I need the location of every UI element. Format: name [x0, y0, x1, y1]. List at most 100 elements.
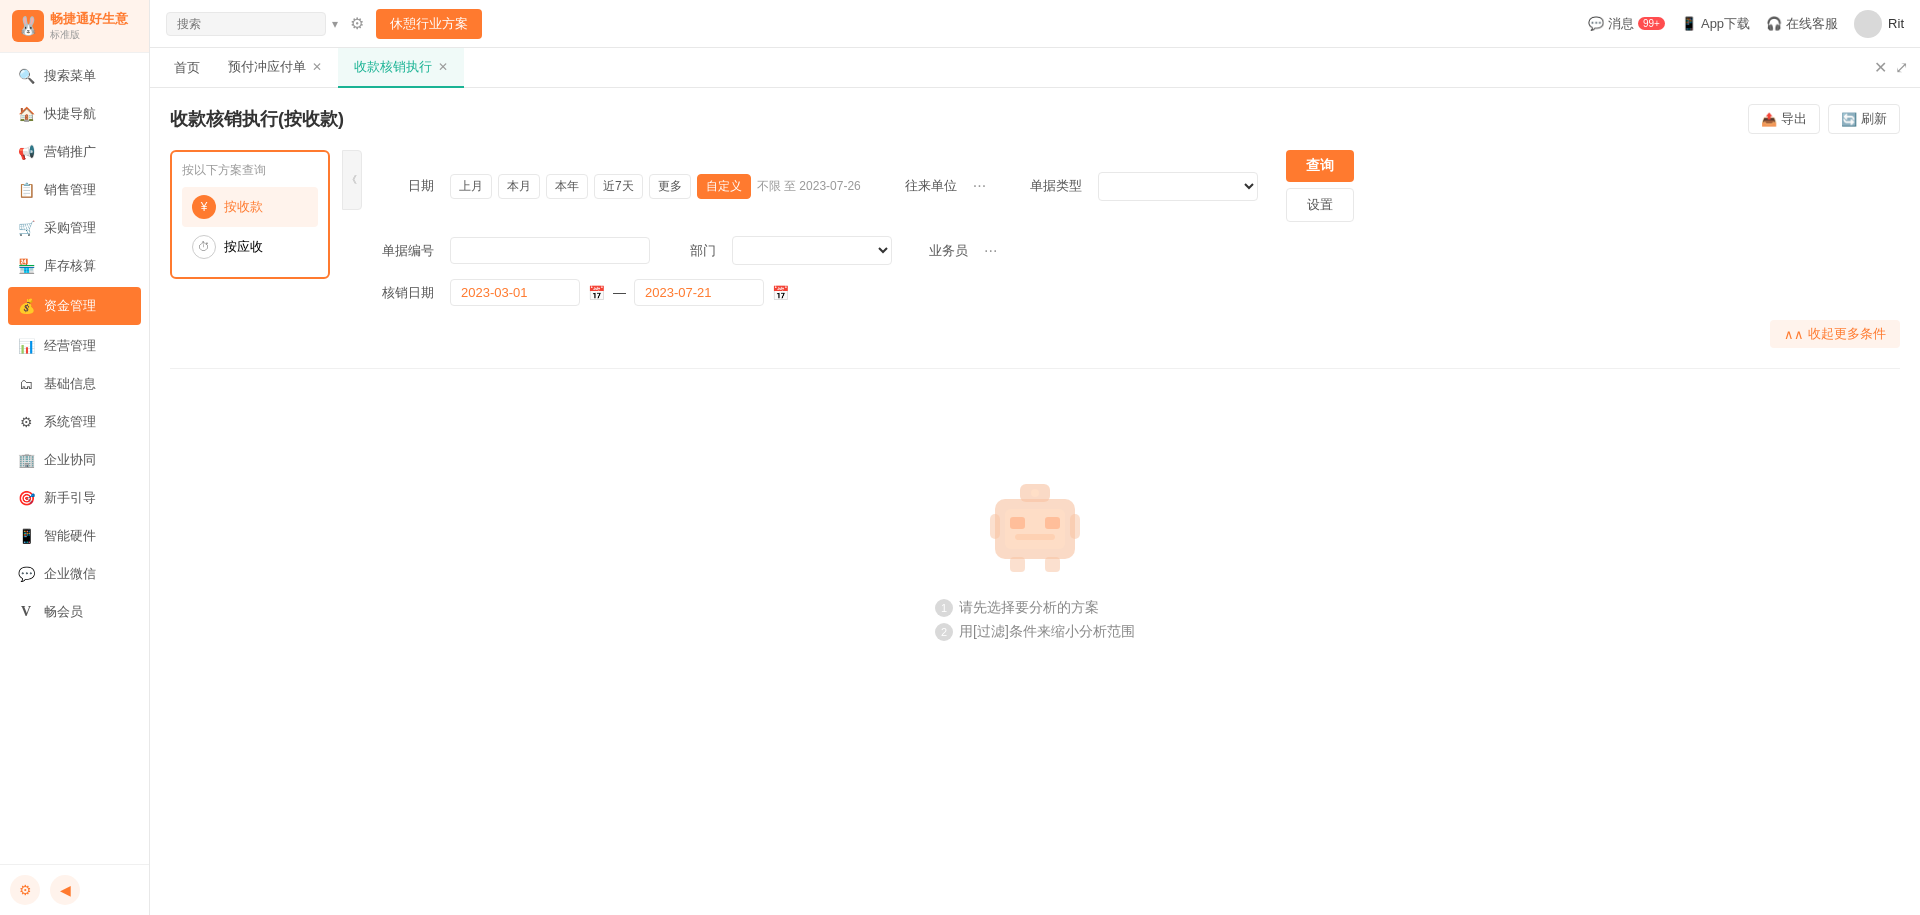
calendar-start-icon[interactable]: 📅	[588, 285, 605, 301]
date-sublabel: 不限 至 2023-07-26	[757, 178, 861, 195]
page-title-actions: 📤 导出 🔄 刷新	[1748, 104, 1900, 134]
sidebar-item-search[interactable]: 🔍 搜索菜单	[0, 57, 149, 95]
sidebar-item-quicknav[interactable]: 🏠 快捷导航	[0, 95, 149, 133]
date-btn-this-month[interactable]: 本月	[498, 174, 540, 199]
inventory-icon: 🏪	[16, 258, 36, 274]
chevron-up-icon: ∧∧	[1784, 327, 1804, 342]
empty-hint-2: 2 用[过滤]条件来缩小分析范围	[935, 623, 1135, 641]
online-service-action[interactable]: 🎧 在线客服	[1766, 15, 1838, 33]
sidebar-label-wechat: 企业微信	[44, 565, 96, 583]
sidebar-item-purchase[interactable]: 🛒 采购管理	[0, 209, 149, 247]
sidebar-item-enterprise[interactable]: 🏢 企业协同	[0, 441, 149, 479]
app-download-action[interactable]: 📱 App下载	[1681, 15, 1750, 33]
logo-sub-text: 标准版	[50, 28, 128, 41]
sidebar-item-hardware[interactable]: 📱 智能硬件	[0, 517, 149, 555]
hint-num-2: 2	[935, 623, 953, 641]
sidebar-label-hardware: 智能硬件	[44, 527, 96, 545]
sidebar-item-marketing[interactable]: 📢 营销推广	[0, 133, 149, 171]
date-btn-more[interactable]: 更多	[649, 174, 691, 199]
query-button[interactable]: 查询	[1286, 150, 1354, 182]
enterprise-icon: 🏢	[16, 452, 36, 468]
dept-select[interactable]	[732, 236, 892, 265]
wechat-icon: 💬	[16, 566, 36, 582]
empty-state-hints: 1 请先选择要分析的方案 2 用[过滤]条件来缩小分析范围	[935, 599, 1135, 647]
tab-writeoff[interactable]: 收款核销执行 ✕	[338, 48, 464, 88]
tab-prepay-close[interactable]: ✕	[312, 60, 322, 74]
sidebar-item-finance[interactable]: 💰 资金管理	[8, 287, 141, 325]
header-search-area: ▾	[166, 12, 338, 36]
sidebar-bottom: ⚙ ◀	[0, 864, 149, 915]
tab-close-all-icon[interactable]: ✕	[1874, 58, 1887, 77]
filter-item-receivable-label: 按应收	[224, 238, 263, 256]
dept-label: 部门	[666, 242, 716, 260]
filter-item-by-receipt[interactable]: ¥ 按收款	[182, 187, 318, 227]
tab-prepay[interactable]: 预付冲应付单 ✕	[212, 48, 338, 88]
filter-sidebar-box: 按以下方案查询 ¥ 按收款 ⏱ 按应收	[170, 150, 330, 279]
refresh-icon: 🔄	[1841, 112, 1857, 127]
tab-bar-right: ✕ ⤢	[1874, 58, 1908, 77]
date-btn-7days[interactable]: 近7天	[594, 174, 643, 199]
sidebar-item-member[interactable]: V 畅会员	[0, 593, 149, 631]
date-btn-custom[interactable]: 自定义	[697, 174, 751, 199]
tab-fullscreen-icon[interactable]: ⤢	[1895, 58, 1908, 77]
collapse-filter-button[interactable]: 《	[342, 150, 362, 210]
tab-prepay-label: 预付冲应付单	[228, 58, 306, 76]
doc-type-select[interactable]	[1098, 172, 1258, 201]
message-badge: 99+	[1638, 17, 1665, 30]
filter-right-actions: 查询 设置	[1286, 150, 1354, 222]
doc-type-label: 单据类型	[1002, 177, 1082, 195]
sidebar-item-system[interactable]: ⚙ 系统管理	[0, 403, 149, 441]
hint-num-1: 1	[935, 599, 953, 617]
sidebar-item-basic[interactable]: 🗂 基础信息	[0, 365, 149, 403]
empty-state-illustration	[975, 459, 1095, 579]
date-btn-last-month[interactable]: 上月	[450, 174, 492, 199]
salesman-dots[interactable]: ···	[984, 242, 997, 260]
tab-writeoff-close[interactable]: ✕	[438, 60, 448, 74]
calendar-end-icon[interactable]: 📅	[772, 285, 789, 301]
basic-icon: 🗂	[16, 376, 36, 392]
filter-actions-row: ∧∧ 收起更多条件	[374, 320, 1900, 348]
user-name: Rit	[1888, 16, 1904, 31]
sidebar-item-operations[interactable]: 📊 经营管理	[0, 327, 149, 365]
sidebar-item-sales[interactable]: 📋 销售管理	[0, 171, 149, 209]
sidebar-label-search: 搜索菜单	[44, 67, 96, 85]
collapse-sidebar-icon[interactable]: ◀	[50, 875, 80, 905]
filter-item-by-receivable[interactable]: ⏱ 按应收	[182, 227, 318, 267]
receivable-icon: ⏱	[192, 235, 216, 259]
sidebar-label-marketing: 营销推广	[44, 143, 96, 161]
date-btn-this-year[interactable]: 本年	[546, 174, 588, 199]
sidebar-label-inventory: 库存核算	[44, 257, 96, 275]
counterpart-label: 往来单位	[877, 177, 957, 195]
tab-home[interactable]: 首页	[162, 48, 212, 88]
writeoff-date-end-input[interactable]	[634, 279, 764, 306]
export-button[interactable]: 📤 导出	[1748, 104, 1820, 134]
settings-bottom-icon[interactable]: ⚙	[10, 875, 40, 905]
sidebar-label-enterprise: 企业协同	[44, 451, 96, 469]
chevron-down-icon[interactable]: ▾	[332, 17, 338, 31]
finance-icon: 💰	[16, 298, 36, 314]
collapse-conditions-button[interactable]: ∧∧ 收起更多条件	[1770, 320, 1900, 348]
svg-rect-3	[1045, 517, 1060, 529]
message-action[interactable]: 💬 消息 99+	[1588, 15, 1665, 33]
settings-button[interactable]: 设置	[1286, 188, 1354, 222]
app-download-label: App下载	[1701, 15, 1750, 33]
industry-solution-button[interactable]: 休憩行业方案	[376, 9, 482, 39]
writeoff-date-start-input[interactable]	[450, 279, 580, 306]
gear-icon[interactable]: ⚙	[350, 14, 364, 33]
search-input[interactable]	[166, 12, 326, 36]
doc-no-input[interactable]	[450, 237, 650, 264]
user-info[interactable]: Rit	[1854, 10, 1904, 38]
member-icon: V	[16, 604, 36, 620]
filter-panel: 按以下方案查询 ¥ 按收款 ⏱ 按应收 《	[170, 150, 1900, 358]
home-icon: 🏠	[16, 106, 36, 122]
sidebar-label-sales: 销售管理	[44, 181, 96, 199]
sidebar-label-member: 畅会员	[44, 603, 83, 621]
refresh-button[interactable]: 🔄 刷新	[1828, 104, 1900, 134]
sidebar-item-guide[interactable]: 🎯 新手引导	[0, 479, 149, 517]
sidebar-label-finance: 资金管理	[44, 297, 96, 315]
sidebar-item-wechat[interactable]: 💬 企业微信	[0, 555, 149, 593]
counterpart-dots[interactable]: ···	[973, 177, 986, 195]
logo-text: 畅捷通好生意 标准版	[50, 11, 128, 41]
date-label: 日期	[374, 177, 434, 195]
sidebar-item-inventory[interactable]: 🏪 库存核算	[0, 247, 149, 285]
